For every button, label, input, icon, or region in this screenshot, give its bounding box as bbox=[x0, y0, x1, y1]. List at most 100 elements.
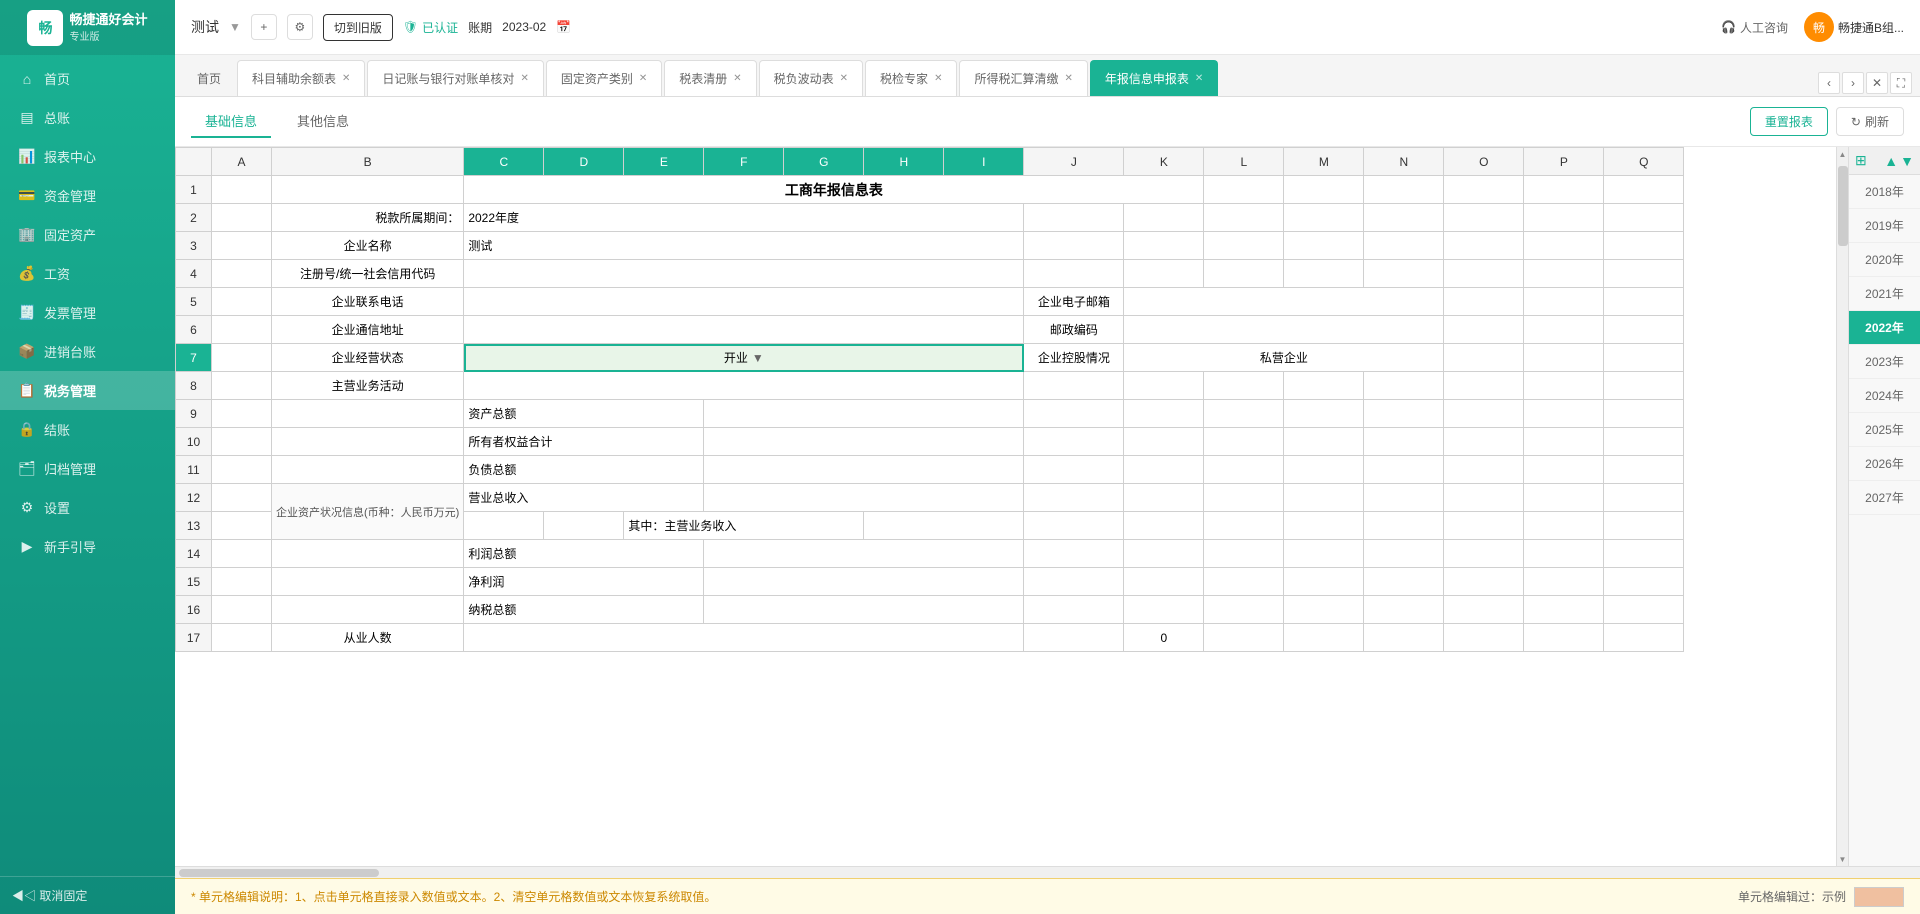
tab-expand-button[interactable]: ⛶ bbox=[1890, 72, 1912, 94]
tab-journal[interactable]: 日记账与银行对账单核对 ✕ bbox=[367, 60, 543, 96]
sidebar-item-guide[interactable]: ▶ 新手引导 bbox=[0, 527, 175, 566]
cell-8o[interactable] bbox=[1444, 372, 1524, 400]
cell-16b[interactable] bbox=[272, 596, 464, 624]
year-item-2025[interactable]: 2025年 bbox=[1849, 413, 1920, 447]
year-item-2018[interactable]: 2018年 bbox=[1849, 175, 1920, 209]
cell-16q[interactable] bbox=[1604, 596, 1684, 624]
cell-12a[interactable] bbox=[212, 484, 272, 512]
cell-7q[interactable] bbox=[1604, 344, 1684, 372]
cell-9k[interactable] bbox=[1124, 400, 1204, 428]
cell-4o[interactable] bbox=[1444, 260, 1524, 288]
cell-15n[interactable] bbox=[1364, 568, 1444, 596]
tab-close-income[interactable]: ✕ bbox=[1064, 73, 1072, 84]
cell-13l[interactable] bbox=[1204, 512, 1284, 540]
row-header-8[interactable]: 8 bbox=[176, 372, 212, 400]
cell-11a[interactable] bbox=[212, 456, 272, 484]
row-header-2[interactable]: 2 bbox=[176, 204, 212, 232]
tab-close-journal[interactable]: ✕ bbox=[520, 73, 528, 84]
cell-6p[interactable] bbox=[1524, 316, 1604, 344]
cell-3l[interactable] bbox=[1204, 232, 1284, 260]
cell-12q[interactable] bbox=[1604, 484, 1684, 512]
row-header-16[interactable]: 16 bbox=[176, 596, 212, 624]
row-header-12[interactable]: 12 bbox=[176, 484, 212, 512]
cell-14b[interactable] bbox=[272, 540, 464, 568]
cell-15b[interactable] bbox=[272, 568, 464, 596]
col-header-o[interactable]: O bbox=[1444, 148, 1524, 176]
cell-5k[interactable] bbox=[1124, 288, 1444, 316]
cell-13j[interactable] bbox=[1024, 512, 1124, 540]
cell-15k[interactable] bbox=[1124, 568, 1204, 596]
cell-8j[interactable] bbox=[1024, 372, 1124, 400]
sidebar-item-ledger[interactable]: ▤ 总账 bbox=[0, 98, 175, 137]
cell-12f[interactable] bbox=[704, 484, 1024, 512]
cell-10k[interactable] bbox=[1124, 428, 1204, 456]
cell-14l[interactable] bbox=[1204, 540, 1284, 568]
cell-14a[interactable] bbox=[212, 540, 272, 568]
cell-6o[interactable] bbox=[1444, 316, 1524, 344]
h-scroll-thumb[interactable] bbox=[179, 869, 379, 877]
cell-8l[interactable] bbox=[1204, 372, 1284, 400]
row-header-7[interactable]: 7 bbox=[176, 344, 212, 372]
cell-1p[interactable] bbox=[1524, 176, 1604, 204]
cell-16p[interactable] bbox=[1524, 596, 1604, 624]
row-header-3[interactable]: 3 bbox=[176, 232, 212, 260]
cell-16j[interactable] bbox=[1024, 596, 1124, 624]
cell-4q[interactable] bbox=[1604, 260, 1684, 288]
col-header-f[interactable]: F bbox=[704, 148, 784, 176]
cell-15m[interactable] bbox=[1284, 568, 1364, 596]
cell-16f[interactable] bbox=[704, 596, 1024, 624]
cell-7p[interactable] bbox=[1524, 344, 1604, 372]
tab-annual[interactable]: 年报信息申报表 ✕ bbox=[1090, 60, 1218, 96]
cell-13p[interactable] bbox=[1524, 512, 1604, 540]
cell-17m[interactable] bbox=[1284, 624, 1364, 652]
cell-3q[interactable] bbox=[1604, 232, 1684, 260]
cell-8q[interactable] bbox=[1604, 372, 1684, 400]
tab-basic-info[interactable]: 基础信息 bbox=[191, 105, 271, 138]
year-item-2024[interactable]: 2024年 bbox=[1849, 379, 1920, 413]
cell-14p[interactable] bbox=[1524, 540, 1604, 568]
cell-8c[interactable] bbox=[464, 372, 1024, 400]
cell-5p[interactable] bbox=[1524, 288, 1604, 316]
tab-other-info[interactable]: 其他信息 bbox=[283, 105, 363, 138]
col-header-p[interactable]: P bbox=[1524, 148, 1604, 176]
cell-17k[interactable]: 0 bbox=[1124, 624, 1204, 652]
cell-13q[interactable] bbox=[1604, 512, 1684, 540]
cell-4m[interactable] bbox=[1284, 260, 1364, 288]
cell-6c[interactable] bbox=[464, 316, 1024, 344]
col-header-g[interactable]: G bbox=[784, 148, 864, 176]
cell-16o[interactable] bbox=[1444, 596, 1524, 624]
cell-16c[interactable]: 纳税总额 bbox=[464, 596, 704, 624]
cell-17p[interactable] bbox=[1524, 624, 1604, 652]
row-header-4[interactable]: 4 bbox=[176, 260, 212, 288]
topbar-settings-button[interactable]: ⚙ bbox=[287, 14, 313, 40]
topbar-switch-button[interactable]: 切到旧版 bbox=[323, 14, 393, 41]
cell-5j[interactable]: 企业电子邮箱 bbox=[1024, 288, 1124, 316]
year-item-2023[interactable]: 2023年 bbox=[1849, 345, 1920, 379]
year-collapse-button[interactable]: ⊞ bbox=[1855, 152, 1867, 169]
cell-13a[interactable] bbox=[212, 512, 272, 540]
cell-2m[interactable] bbox=[1284, 204, 1364, 232]
cell-6j[interactable]: 邮政编码 bbox=[1024, 316, 1124, 344]
col-header-d[interactable]: D bbox=[544, 148, 624, 176]
cell-6q[interactable] bbox=[1604, 316, 1684, 344]
sidebar-item-stock[interactable]: 📦 进销台账 bbox=[0, 332, 175, 371]
year-item-2021[interactable]: 2021年 bbox=[1849, 277, 1920, 311]
col-header-k[interactable]: K bbox=[1124, 148, 1204, 176]
sidebar-item-tax[interactable]: 📋 税务管理 bbox=[0, 371, 175, 410]
cell-10a[interactable] bbox=[212, 428, 272, 456]
cell-9o[interactable] bbox=[1444, 400, 1524, 428]
cell-9p[interactable] bbox=[1524, 400, 1604, 428]
cell-3k[interactable] bbox=[1124, 232, 1204, 260]
col-header-j[interactable]: J bbox=[1024, 148, 1124, 176]
year-item-2026[interactable]: 2026年 bbox=[1849, 447, 1920, 481]
cell-7j[interactable]: 企业控股情况 bbox=[1024, 344, 1124, 372]
cell-5b[interactable]: 企业联系电话 bbox=[272, 288, 464, 316]
cell-15c[interactable]: 净利润 bbox=[464, 568, 704, 596]
cell-17n[interactable] bbox=[1364, 624, 1444, 652]
cell-11c[interactable]: 负债总额 bbox=[464, 456, 704, 484]
row-header-17[interactable]: 17 bbox=[176, 624, 212, 652]
col-header-l[interactable]: L bbox=[1204, 148, 1284, 176]
cell-13e[interactable]: 其中：主营业务收入 bbox=[624, 512, 864, 540]
cell-9n[interactable] bbox=[1364, 400, 1444, 428]
cell-8a[interactable] bbox=[212, 372, 272, 400]
